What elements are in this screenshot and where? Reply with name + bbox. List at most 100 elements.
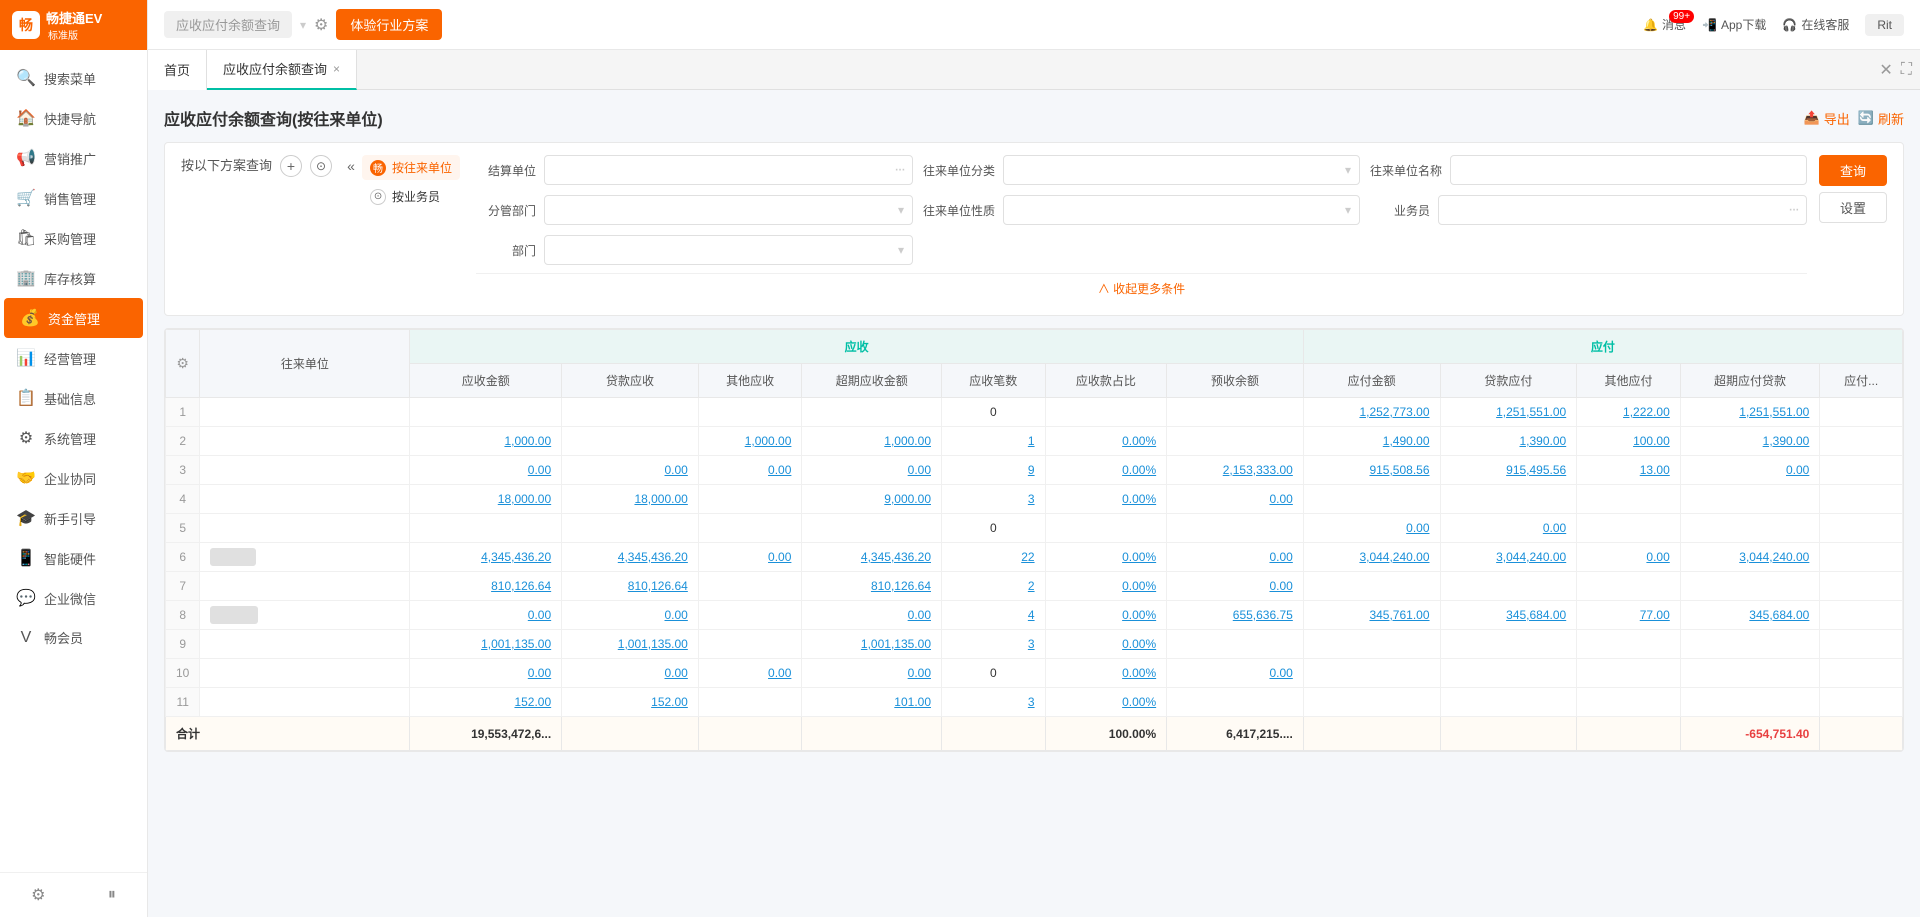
maximize-btn[interactable]: ⛶ — [1901, 61, 1912, 79]
cell-ar_loan[interactable]: 0.00 — [562, 601, 699, 630]
sidebar-item-marketing[interactable]: 📢 营销推广 — [0, 138, 147, 178]
notify-button[interactable]: 🔔 消息 99+ — [1643, 16, 1686, 33]
cell-ar_amount[interactable]: 18,000.00 — [410, 485, 562, 514]
cell-ar_count[interactable]: 2 — [942, 572, 1046, 601]
cell-ar_advance[interactable]: 0.00 — [1167, 659, 1304, 688]
sidebar-item-hardware[interactable]: 📱 智能硬件 — [0, 538, 147, 578]
settings-button[interactable]: 设置 — [1819, 192, 1887, 223]
cell-ar_advance[interactable]: 0.00 — [1167, 485, 1304, 514]
cell-ar_advance[interactable]: 0.00 — [1167, 543, 1304, 572]
cell-ar_count[interactable]: 9 — [942, 456, 1046, 485]
cell-ap_loan[interactable]: 915,495.56 — [1440, 456, 1577, 485]
cell-ar_loan[interactable]: 18,000.00 — [562, 485, 699, 514]
cell-ar_overdue[interactable]: 101.00 — [802, 688, 942, 717]
service-button[interactable]: 🎧 在线客服 — [1782, 16, 1849, 33]
cell-ap_amount[interactable]: 345,761.00 — [1303, 601, 1440, 630]
cell-ar_ratio[interactable]: 0.00% — [1045, 485, 1167, 514]
cell-ap_other[interactable]: 13.00 — [1577, 456, 1681, 485]
cell-ar_count[interactable]: 3 — [942, 688, 1046, 717]
cell-ar_advance[interactable]: 2,153,333.00 — [1167, 456, 1304, 485]
filter-add-btn[interactable]: + — [280, 155, 302, 177]
sidebar-item-sales[interactable]: 🛒 销售管理 — [0, 178, 147, 218]
tab-close-btn[interactable]: × — [333, 62, 340, 76]
cell-ar_overdue[interactable]: 0.00 — [802, 659, 942, 688]
sidebar-item-purchase[interactable]: 🛍 采购管理 — [0, 218, 147, 258]
cell-ar_overdue[interactable]: 0.00 — [802, 456, 942, 485]
sidebar-item-operation[interactable]: 📊 经营管理 — [0, 338, 147, 378]
settlement-input[interactable]: ··· — [544, 155, 913, 185]
gear-icon[interactable]: ⚙ — [314, 15, 328, 35]
cell-ar_amount[interactable]: 810,126.64 — [410, 572, 562, 601]
cell-ap_overdue[interactable]: 1,390.00 — [1680, 427, 1820, 456]
cell-ap_overdue[interactable]: 345,684.00 — [1680, 601, 1820, 630]
cell-ar_ratio[interactable]: 0.00% — [1045, 456, 1167, 485]
cell-ar_amount[interactable]: 1,001,135.00 — [410, 630, 562, 659]
cell-ar_overdue[interactable]: 9,000.00 — [802, 485, 942, 514]
cell-ar_count[interactable]: 3 — [942, 485, 1046, 514]
cell-ap_other[interactable]: 0.00 — [1577, 543, 1681, 572]
cell-ar_overdue[interactable]: 810,126.64 — [802, 572, 942, 601]
cell-ar_ratio[interactable]: 0.00% — [1045, 659, 1167, 688]
sidebar-item-system[interactable]: ⚙ 系统管理 — [0, 418, 147, 458]
cell-ar_ratio[interactable]: 0.00% — [1045, 688, 1167, 717]
cell-ar_advance[interactable]: 655,636.75 — [1167, 601, 1304, 630]
sidebar-item-search[interactable]: 🔍 搜索菜单 — [0, 58, 147, 98]
cell-ap_amount[interactable]: 3,044,240.00 — [1303, 543, 1440, 572]
cell-ar_ratio[interactable]: 0.00% — [1045, 630, 1167, 659]
export-button[interactable]: 📤 导出 — [1804, 109, 1850, 128]
cell-ap_loan[interactable]: 0.00 — [1440, 514, 1577, 543]
cell-ar_count[interactable]: 4 — [942, 601, 1046, 630]
dept-input[interactable]: ▾ — [544, 235, 913, 265]
unit-category-input[interactable]: ▾ — [1003, 155, 1360, 185]
cell-ar_loan[interactable]: 1,001,135.00 — [562, 630, 699, 659]
table-container[interactable]: ⚙ 往来单位 应收 应付 应收金额 贷款应收 其他应收 超期应收金额 应收笔数 — [165, 329, 1903, 751]
cell-ar_overdue[interactable]: 0.00 — [802, 601, 942, 630]
cell-ar_amount[interactable]: 0.00 — [410, 659, 562, 688]
cell-ar_advance[interactable]: 0.00 — [1167, 572, 1304, 601]
query-button[interactable]: 查询 — [1819, 155, 1887, 186]
sidebar-item-vip[interactable]: V 畅会员 — [0, 618, 147, 657]
settings-btn[interactable]: ⚙ — [31, 885, 45, 905]
cell-ar_other[interactable]: 0.00 — [698, 543, 802, 572]
collapse-btn[interactable]: ⏸ — [108, 886, 116, 904]
cell-ar_count[interactable]: 1 — [942, 427, 1046, 456]
sidebar-item-inventory[interactable]: 🏢 库存核算 — [0, 258, 147, 298]
cell-ar_ratio[interactable]: 0.00% — [1045, 543, 1167, 572]
sidebar-item-corp[interactable]: 🤝 企业协同 — [0, 458, 147, 498]
cell-ar_count[interactable]: 22 — [942, 543, 1046, 572]
tab-ar[interactable]: 应收应付余额查询 × — [207, 50, 357, 90]
cell-ar_other[interactable]: 1,000.00 — [698, 427, 802, 456]
sidebar-item-quick[interactable]: 🏠 快捷导航 — [0, 98, 147, 138]
cell-ar_amount[interactable]: 0.00 — [410, 601, 562, 630]
scheme-by-staff[interactable]: ⊙ 按业务员 — [362, 184, 460, 209]
cell-ap_other[interactable]: 77.00 — [1577, 601, 1681, 630]
cell-ap_overdue[interactable]: 0.00 — [1680, 456, 1820, 485]
user-profile[interactable]: Rit — [1865, 14, 1904, 36]
cell-ap_overdue[interactable]: 1,251,551.00 — [1680, 398, 1820, 427]
cell-ap_amount[interactable]: 1,252,773.00 — [1303, 398, 1440, 427]
cell-ar_count[interactable]: 3 — [942, 630, 1046, 659]
cell-ap_overdue[interactable]: 3,044,240.00 — [1680, 543, 1820, 572]
cell-ap_amount[interactable]: 1,490.00 — [1303, 427, 1440, 456]
th-settings[interactable]: ⚙ — [166, 330, 200, 398]
cell-ap_other[interactable]: 100.00 — [1577, 427, 1681, 456]
cell-ar_amount[interactable]: 0.00 — [410, 456, 562, 485]
unit-name-input[interactable] — [1450, 155, 1807, 185]
refresh-button[interactable]: 🔄 刷新 — [1858, 109, 1904, 128]
unit-nature-input[interactable]: ▾ — [1003, 195, 1360, 225]
cell-ar_loan[interactable]: 4,345,436.20 — [562, 543, 699, 572]
cell-ar_loan[interactable]: 810,126.64 — [562, 572, 699, 601]
dept-manage-input[interactable]: ▾ — [544, 195, 913, 225]
cell-ar_amount[interactable]: 1,000.00 — [410, 427, 562, 456]
cell-ap_loan[interactable]: 3,044,240.00 — [1440, 543, 1577, 572]
sidebar-item-finance[interactable]: 💰 资金管理 — [4, 298, 143, 338]
cell-ap_other[interactable]: 1,222.00 — [1577, 398, 1681, 427]
cell-ar_ratio[interactable]: 0.00% — [1045, 427, 1167, 456]
sidebar-item-wechat[interactable]: 💬 企业微信 — [0, 578, 147, 618]
sidebar-item-basic[interactable]: 📋 基础信息 — [0, 378, 147, 418]
tab-home[interactable]: 首页 — [148, 50, 207, 90]
cell-ar_loan[interactable]: 152.00 — [562, 688, 699, 717]
sidebar-item-guide[interactable]: 🎓 新手引导 — [0, 498, 147, 538]
close-window-btn[interactable]: ✕ — [1879, 60, 1892, 80]
cell-ar_overdue[interactable]: 1,000.00 — [802, 427, 942, 456]
